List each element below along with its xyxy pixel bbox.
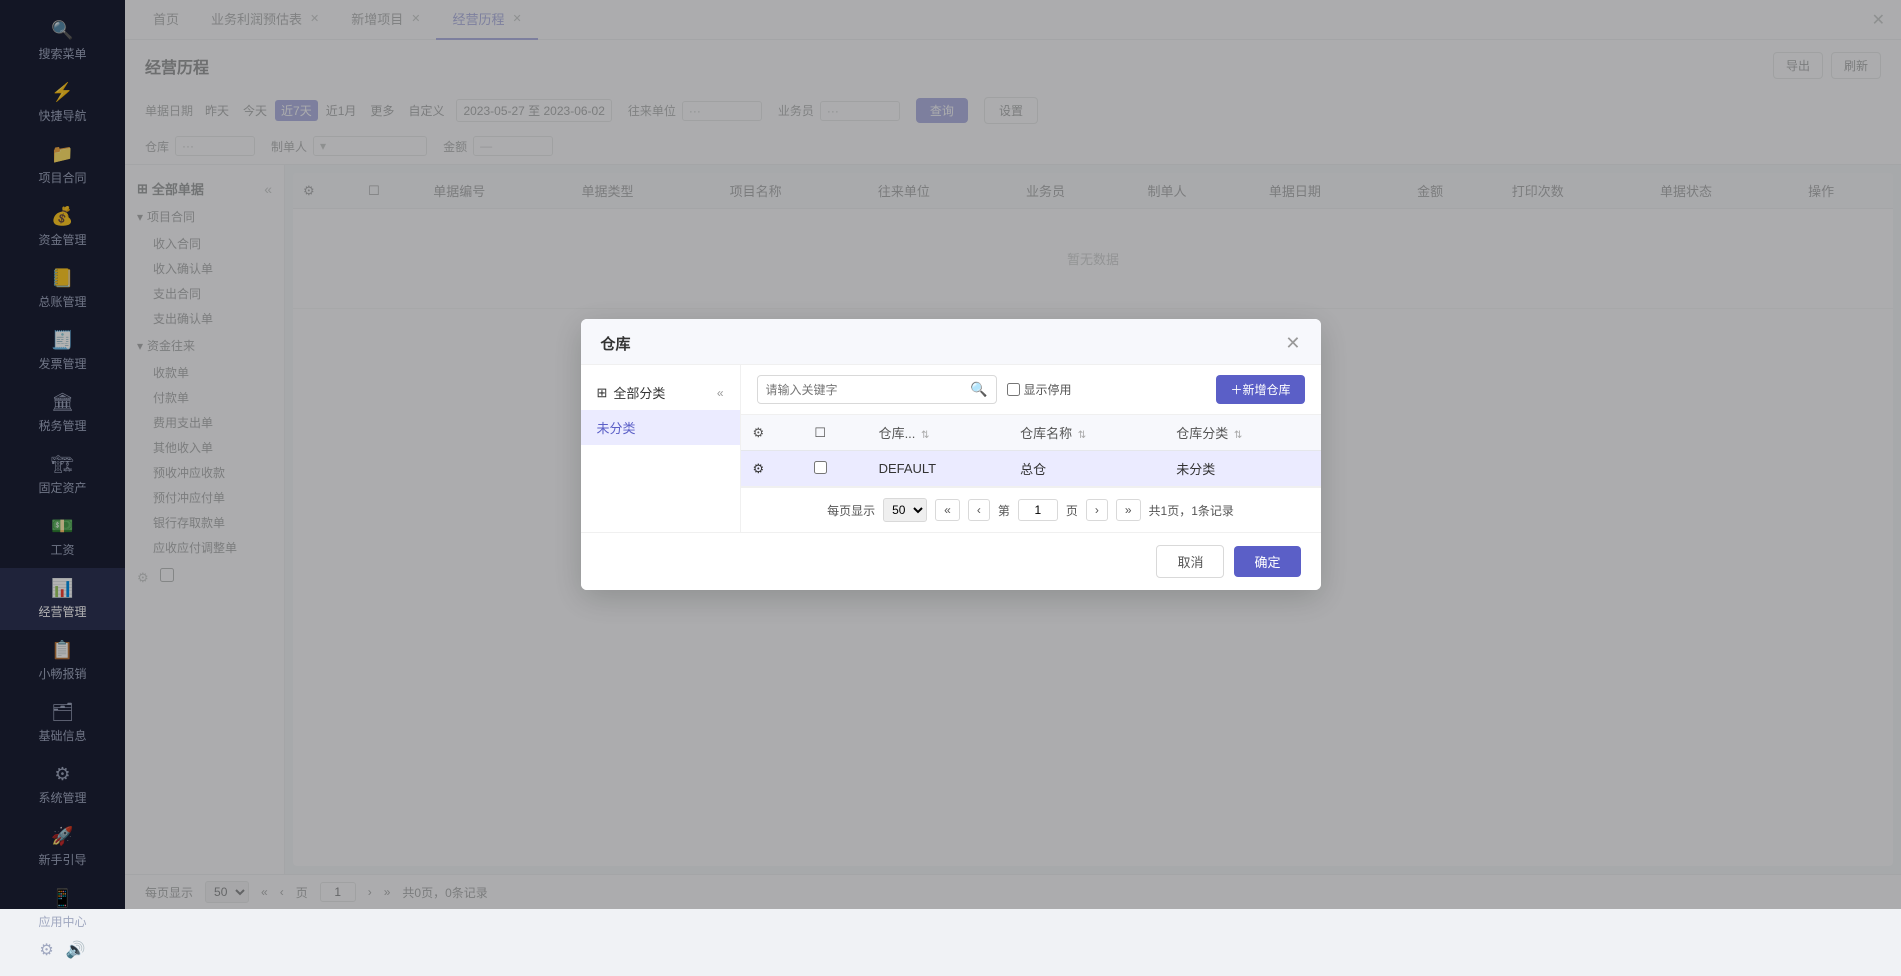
modal-cancel-btn[interactable]: 取消 bbox=[1156, 545, 1224, 578]
modal-toolbar: 🔍 显示停用 ＋新增仓库 bbox=[741, 365, 1321, 415]
modal-col-name: 仓库名称 ⇅ bbox=[1008, 415, 1164, 451]
modal-prev-page[interactable]: ‹ bbox=[968, 499, 990, 521]
modal-search-icon[interactable]: 🔍 bbox=[962, 376, 995, 403]
modal-body: ⊞ 全部分类 « 未分类 🔍 显示停用 bbox=[581, 365, 1321, 532]
table-row[interactable]: ⚙ DEFAULT 总仓 未分类 bbox=[741, 451, 1321, 487]
modal-left-all-categories[interactable]: ⊞ 全部分类 « bbox=[581, 375, 740, 410]
modal-col-code: 仓库... ⇅ bbox=[867, 415, 1009, 451]
modal-col-category: 仓库分类 ⇅ bbox=[1164, 415, 1320, 451]
modal-right-panel: 🔍 显示停用 ＋新增仓库 ⚙ ☐ bbox=[741, 365, 1321, 532]
modal-title: 仓库 bbox=[601, 333, 631, 354]
modal-page-input[interactable] bbox=[1018, 499, 1058, 521]
modal-search-input[interactable] bbox=[758, 378, 963, 402]
row-category: 未分类 bbox=[1164, 451, 1320, 487]
modal-page-label-before: 第 bbox=[998, 502, 1010, 519]
modal-add-btn[interactable]: ＋新增仓库 bbox=[1216, 375, 1304, 404]
settings-bottom-icon[interactable]: ⚙ bbox=[39, 940, 53, 960]
modal-left-uncategorized[interactable]: 未分类 bbox=[581, 410, 740, 445]
modal-left-panel: ⊞ 全部分类 « 未分类 bbox=[581, 365, 741, 532]
collapse-left-modal[interactable]: « bbox=[717, 386, 724, 400]
show-disabled-label: 显示停用 bbox=[1007, 381, 1072, 398]
modal-close-btn[interactable]: ✕ bbox=[1285, 333, 1300, 354]
modal-confirm-btn[interactable]: 确定 bbox=[1234, 546, 1300, 577]
row-code: DEFAULT bbox=[867, 451, 1009, 487]
modal-next-page[interactable]: › bbox=[1086, 499, 1108, 521]
warehouse-modal: 仓库 ✕ ⊞ 全部分类 « 未分类 bbox=[581, 319, 1321, 590]
modal-pagination: 每页显示 50 « ‹ 第 页 › » 共1页，1条记录 bbox=[741, 487, 1321, 532]
modal-col-gear: ⚙ bbox=[741, 415, 803, 451]
row-check bbox=[802, 451, 866, 487]
modal-table: ⚙ ☐ 仓库... ⇅ 仓库名称 ⇅ 仓库分类 ⇅ ⚙ DEF bbox=[741, 415, 1321, 487]
row-gear: ⚙ bbox=[741, 451, 803, 487]
grid-icon-modal: ⊞ bbox=[597, 385, 608, 401]
row-name: 总仓 bbox=[1008, 451, 1164, 487]
modal-page-label-after: 页 bbox=[1066, 502, 1078, 519]
modal-overlay: 仓库 ✕ ⊞ 全部分类 « 未分类 bbox=[0, 0, 1901, 909]
modal-col-check: ☐ bbox=[802, 415, 866, 451]
row-checkbox[interactable] bbox=[814, 461, 827, 474]
modal-footer: 取消 确定 bbox=[581, 532, 1321, 590]
modal-first-page[interactable]: « bbox=[935, 499, 960, 521]
modal-search-wrap: 🔍 bbox=[757, 375, 997, 404]
modal-per-page-label: 每页显示 bbox=[827, 502, 875, 519]
volume-icon[interactable]: 🔊 bbox=[66, 940, 86, 960]
show-disabled-checkbox[interactable] bbox=[1007, 383, 1020, 396]
sidebar-bottom: ⚙ 🔊 bbox=[0, 940, 125, 976]
sidebar-label-app: 应用中心 bbox=[38, 913, 86, 930]
modal-total-label: 共1页，1条记录 bbox=[1149, 502, 1234, 519]
modal-header: 仓库 ✕ bbox=[581, 319, 1321, 365]
modal-last-page[interactable]: » bbox=[1116, 499, 1141, 521]
modal-per-page-select[interactable]: 50 bbox=[883, 498, 927, 522]
